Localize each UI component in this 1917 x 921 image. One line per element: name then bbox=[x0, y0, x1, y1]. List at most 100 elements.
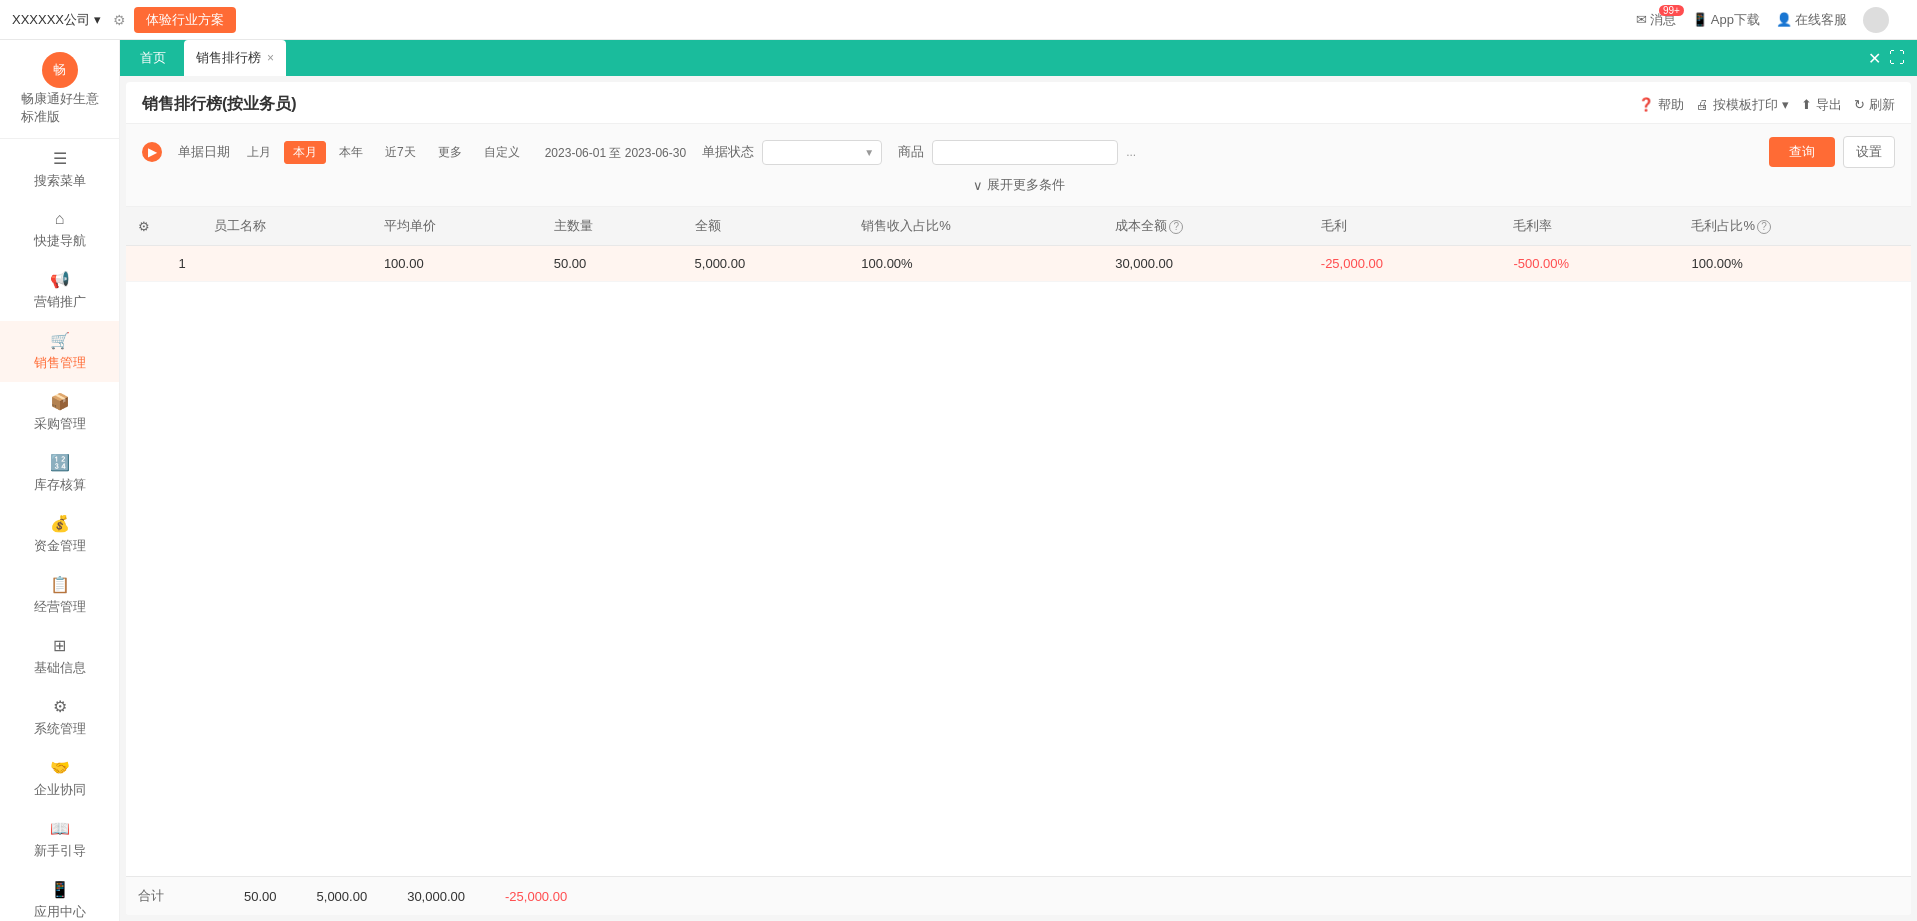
message-button[interactable]: ✉ 消息 99+ bbox=[1636, 11, 1676, 29]
status-select[interactable] bbox=[762, 140, 882, 165]
settings-icon[interactable]: ⚙ bbox=[113, 12, 126, 28]
sidebar: 畅 畅康通好生意 标准版 ☰ 搜索菜单 ⌂ 快捷导航 📢 营销推广 🛒 销售管理… bbox=[0, 40, 120, 921]
th-avg-price: 平均单价 bbox=[372, 207, 542, 246]
td-cost: 30,000.00 bbox=[1103, 246, 1309, 282]
finance-icon: 💰 bbox=[50, 514, 70, 533]
company-dropdown-icon[interactable]: ▾ bbox=[94, 12, 101, 27]
date-btn-more[interactable]: 更多 bbox=[429, 141, 471, 164]
sidebar-item-search[interactable]: ☰ 搜索菜单 bbox=[0, 139, 119, 200]
app-download-button[interactable]: 📱 App下载 bbox=[1692, 11, 1760, 29]
service-icon: 👤 bbox=[1776, 12, 1792, 27]
trial-button[interactable]: 体验行业方案 bbox=[134, 7, 236, 33]
setting-button[interactable]: 设置 bbox=[1843, 136, 1895, 168]
date-btn-custom[interactable]: 自定义 bbox=[475, 141, 529, 164]
sidebar-item-system[interactable]: ⚙ 系统管理 bbox=[0, 687, 119, 748]
app-icon: 📱 bbox=[1692, 12, 1708, 27]
date-btn-last-month[interactable]: 上月 bbox=[238, 141, 280, 164]
td-gross: -25,000.00 bbox=[1309, 246, 1502, 282]
refresh-icon: ↻ bbox=[1854, 97, 1865, 112]
date-btn-this-month[interactable]: 本月 bbox=[284, 141, 326, 164]
sidebar-label-guide: 新手引导 bbox=[34, 842, 86, 860]
td-sales-pct: 100.00% bbox=[849, 246, 1103, 282]
table-row: 1 100.00 50.00 5,000.00 100.00% 30,000.0… bbox=[126, 246, 1911, 282]
marketing-icon: 📢 bbox=[50, 270, 70, 289]
window-close-icon[interactable]: ✕ bbox=[1868, 49, 1881, 68]
refresh-label: 刷新 bbox=[1869, 96, 1895, 114]
sidebar-item-quick-nav[interactable]: ⌂ 快捷导航 bbox=[0, 200, 119, 260]
sidebar-item-sales[interactable]: 🛒 销售管理 bbox=[0, 321, 119, 382]
td-qty: 50.00 bbox=[542, 246, 683, 282]
avatar[interactable] bbox=[1863, 7, 1889, 33]
sidebar-label-quick-nav: 快捷导航 bbox=[34, 232, 86, 250]
th-qty: 主数量 bbox=[542, 207, 683, 246]
filter-collapse-arrow[interactable]: ▶ bbox=[142, 142, 162, 162]
date-range-display: 2023-06-01 至 2023-06-30 bbox=[545, 145, 686, 162]
sales-icon: 🛒 bbox=[50, 331, 70, 350]
header-actions: ❓ 帮助 🖨 按模板打印 ▾ ⬆ 导出 ↻ 刷新 bbox=[1638, 96, 1895, 114]
goods-filter-group: 商品 ... bbox=[898, 140, 1136, 165]
td-amount: 5,000.00 bbox=[683, 246, 850, 282]
footer-amount-val: 5,000.00 bbox=[317, 889, 368, 904]
refresh-button[interactable]: ↻ 刷新 bbox=[1854, 96, 1895, 114]
window-maximize-icon[interactable]: ⛶ bbox=[1889, 49, 1905, 68]
sidebar-item-operation[interactable]: 📋 经营管理 bbox=[0, 565, 119, 626]
gross-pct-info-icon[interactable]: ? bbox=[1757, 220, 1771, 234]
expand-conditions-button[interactable]: ∨ 展开更多条件 bbox=[142, 176, 1895, 194]
base-icon: ⊞ bbox=[53, 636, 66, 655]
guide-icon: 📖 bbox=[50, 819, 70, 838]
table-body: 1 100.00 50.00 5,000.00 100.00% 30,000.0… bbox=[126, 246, 1911, 282]
th-rank bbox=[162, 207, 202, 246]
sidebar-label-search: 搜索菜单 bbox=[34, 172, 86, 190]
online-service-button[interactable]: 👤 在线客服 bbox=[1776, 11, 1847, 29]
sidebar-label-operation: 经营管理 bbox=[34, 598, 86, 616]
date-btn-this-year[interactable]: 本年 bbox=[330, 141, 372, 164]
date-btn-7days[interactable]: 近7天 bbox=[376, 141, 425, 164]
help-icon: ❓ bbox=[1638, 97, 1654, 112]
sidebar-label-marketing: 营销推广 bbox=[34, 293, 86, 311]
ranking-table: ⚙ 员工名称 平均单价 主数量 全额 销售收入占比% 成本全额? 毛利 毛利率 … bbox=[126, 207, 1911, 282]
help-label: 帮助 bbox=[1658, 96, 1684, 114]
online-service-label: 在线客服 bbox=[1795, 11, 1847, 29]
top-right-actions: ✉ 消息 99+ 📱 App下载 👤 在线客服 bbox=[1636, 7, 1905, 33]
tab-sales-ranking[interactable]: 销售排行榜 × bbox=[184, 40, 286, 76]
help-button[interactable]: ❓ 帮助 bbox=[1638, 96, 1684, 114]
sidebar-item-guide[interactable]: 📖 新手引导 bbox=[0, 809, 119, 870]
company-selector[interactable]: XXXXXX公司 ▾ bbox=[12, 11, 101, 29]
th-cost: 成本全额? bbox=[1103, 207, 1309, 246]
export-button[interactable]: ⬆ 导出 bbox=[1801, 96, 1842, 114]
th-name: 员工名称 bbox=[202, 207, 372, 246]
sidebar-item-inventory[interactable]: 🔢 库存核算 bbox=[0, 443, 119, 504]
th-amount: 全额 bbox=[683, 207, 850, 246]
th-sales-pct: 销售收入占比% bbox=[849, 207, 1103, 246]
query-button[interactable]: 查询 bbox=[1769, 137, 1835, 167]
company-name: XXXXXX公司 bbox=[12, 11, 90, 29]
main-layout: 畅 畅康通好生意 标准版 ☰ 搜索菜单 ⌂ 快捷导航 📢 营销推广 🛒 销售管理… bbox=[0, 40, 1917, 921]
cost-info-icon[interactable]: ? bbox=[1169, 220, 1183, 234]
th-gross: 毛利 bbox=[1309, 207, 1502, 246]
th-settings[interactable]: ⚙ bbox=[126, 207, 162, 246]
sidebar-item-collab[interactable]: 🤝 企业协同 bbox=[0, 748, 119, 809]
tab-close-btn[interactable]: × bbox=[267, 51, 274, 65]
goods-filter-label: 商品 bbox=[898, 143, 924, 161]
sidebar-item-purchase[interactable]: 📦 采购管理 bbox=[0, 382, 119, 443]
filter-area: ▶ 单据日期 上月 本月 本年 近7天 更多 自定义 bbox=[126, 124, 1911, 207]
content-area: 首页 销售排行榜 × ✕ ⛶ 销售排行榜(按业务员) ❓ 帮助 bbox=[120, 40, 1917, 921]
footer-cost-val: 30,000.00 bbox=[407, 889, 465, 904]
date-filter-group: 单据日期 上月 本月 本年 近7天 更多 自定义 bbox=[178, 141, 529, 164]
table-header: ⚙ 员工名称 平均单价 主数量 全额 销售收入占比% 成本全额? 毛利 毛利率 … bbox=[126, 207, 1911, 246]
date-shortcuts: 上月 本月 本年 近7天 更多 自定义 bbox=[238, 141, 529, 164]
sidebar-item-marketing[interactable]: 📢 营销推广 bbox=[0, 260, 119, 321]
goods-input[interactable] bbox=[932, 140, 1118, 165]
goods-more-icon[interactable]: ... bbox=[1126, 145, 1136, 159]
status-filter-label: 单据状态 bbox=[702, 143, 754, 161]
print-button[interactable]: 🖨 按模板打印 ▾ bbox=[1696, 96, 1789, 114]
sidebar-item-finance[interactable]: 💰 资金管理 bbox=[0, 504, 119, 565]
sidebar-label-system: 系统管理 bbox=[34, 720, 86, 738]
th-gross-pct: 毛利占比%? bbox=[1679, 207, 1911, 246]
tab-home[interactable]: 首页 bbox=[124, 40, 182, 76]
logo-icon: 畅 bbox=[42, 52, 78, 88]
search-menu-icon: ☰ bbox=[53, 149, 67, 168]
sidebar-item-base[interactable]: ⊞ 基础信息 bbox=[0, 626, 119, 687]
sidebar-item-apps[interactable]: 📱 应用中心 bbox=[0, 870, 119, 921]
print-dropdown-icon: ▾ bbox=[1782, 97, 1789, 112]
